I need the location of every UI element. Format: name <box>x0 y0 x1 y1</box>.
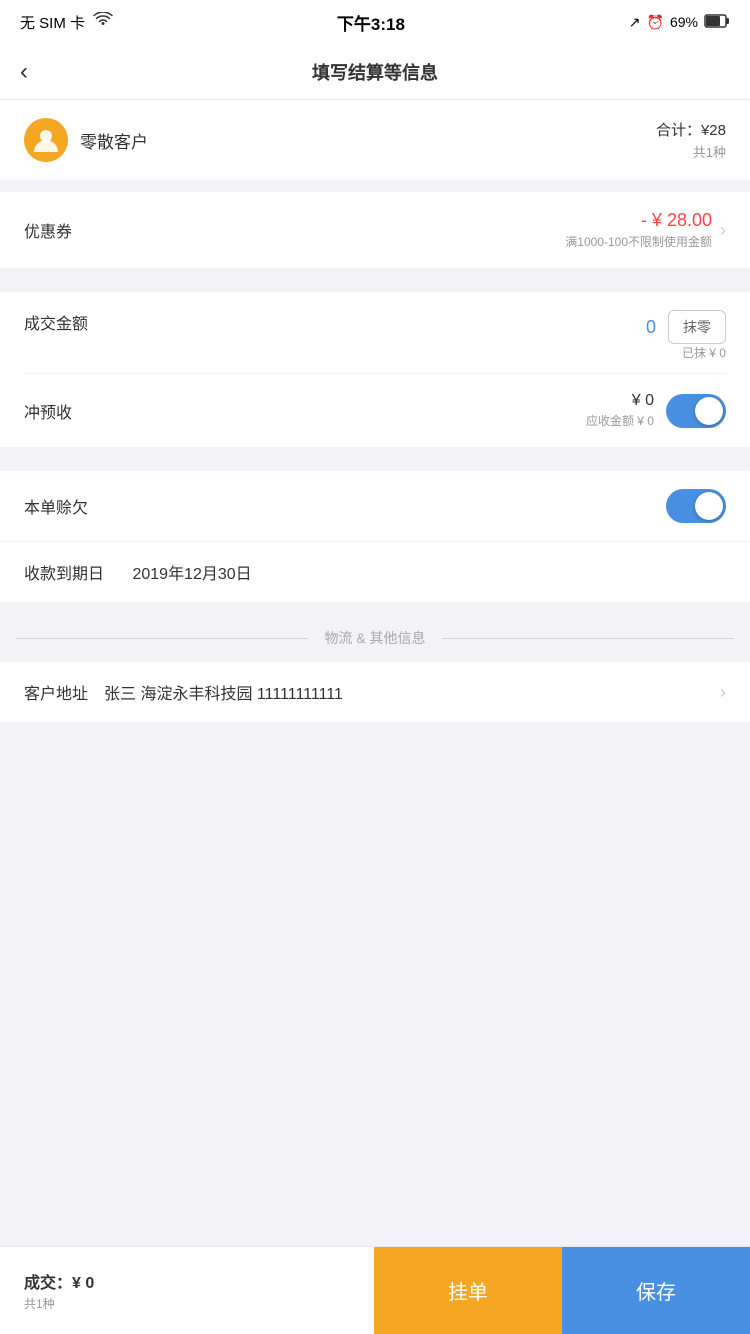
page-title: 填写结算等信息 <box>312 59 438 85</box>
prepay-toggle[interactable] <box>666 394 726 428</box>
prepay-row: 冲预收 ¥ 0 应收金额 ¥ 0 <box>24 374 726 447</box>
prepay-receivable: 应收金额 ¥ 0 <box>586 412 654 429</box>
content: 零散客户 合计：¥28 共1种 优惠券 - ¥ 28.00 满1000-100不… <box>0 100 750 822</box>
logistics-divider-right <box>442 638 734 639</box>
amount-value: 0 <box>646 317 656 338</box>
address-value: 张三 海淀永丰科技园 11111111111 <box>104 680 712 704</box>
duedate-value: 2019年12月30日 <box>132 566 251 583</box>
coupon-content: - ¥ 28.00 满1000-100不限制使用金额 <box>565 210 712 250</box>
duedate-section: 收款到期日 2019年12月30日 <box>0 541 750 602</box>
prepay-label: 冲预收 <box>24 399 72 423</box>
wifi-icon <box>93 12 113 33</box>
logistics-section: 物流 & 其他信息 <box>0 614 750 662</box>
separator-2 <box>0 447 750 459</box>
coupon-section[interactable]: 优惠券 - ¥ 28.00 满1000-100不限制使用金额 › <box>0 192 750 268</box>
amount-label: 成交金额 <box>24 310 88 334</box>
bottom-bar: 成交：¥ 0 共1种 挂单 保存 <box>0 1246 750 1334</box>
status-bar: 无 SIM 卡 下午3:18 ↗ ⏰ 69% <box>0 0 750 44</box>
customer-right: 合计：¥28 共1种 <box>656 119 726 161</box>
coupon-desc: 满1000-100不限制使用金额 <box>565 233 712 250</box>
alarm-icon: ⏰ <box>647 14 664 31</box>
summary-amount: ¥ 0 <box>72 1275 94 1292</box>
logistics-label: 物流 & 其他信息 <box>324 628 425 648</box>
prepay-amount-block: ¥ 0 应收金额 ¥ 0 <box>586 392 654 429</box>
prepay-right: ¥ 0 应收金额 ¥ 0 <box>586 392 726 429</box>
back-button[interactable]: ‹ <box>20 58 28 86</box>
summary-title: 成交：¥ 0 <box>24 1269 350 1293</box>
amount-right: 0 抹零 已抹 ¥ 0 <box>646 310 726 369</box>
customer-count: 共1种 <box>656 142 726 161</box>
already-rounded-text: 已抹 ¥ 0 <box>646 344 726 369</box>
coupon-amount: - ¥ 28.00 <box>565 210 712 231</box>
coupon-label: 优惠券 <box>24 218 72 242</box>
debit-toggle[interactable] <box>666 489 726 523</box>
amount-controls: 0 抹零 <box>646 310 726 344</box>
prepay-amount: ¥ 0 <box>586 392 654 410</box>
coupon-right: - ¥ 28.00 满1000-100不限制使用金额 › <box>565 210 726 250</box>
customer-left: 零散客户 <box>24 118 148 162</box>
customer-name: 零散客户 <box>80 128 148 153</box>
nav-bar: ‹ 填写结算等信息 <box>0 44 750 100</box>
duedate-label: 收款到期日 <box>24 566 104 583</box>
battery-text: 69% <box>670 14 698 30</box>
no-sim-text: 无 SIM 卡 <box>20 12 85 33</box>
status-time: 下午3:18 <box>337 10 405 35</box>
summary-label: 成交： <box>24 1275 72 1292</box>
bottom-summary: 成交：¥ 0 共1种 <box>0 1269 374 1312</box>
address-label: 客户地址 <box>24 680 88 704</box>
address-arrow-icon: › <box>720 682 726 703</box>
amount-row: 成交金额 0 抹零 已抹 ¥ 0 <box>24 292 726 374</box>
logistics-divider-left <box>16 638 308 639</box>
customer-total: 合计：¥28 <box>656 119 726 140</box>
hang-button[interactable]: 挂单 <box>374 1247 562 1334</box>
summary-count: 共1种 <box>24 1295 350 1312</box>
debit-section: 本单赊欠 <box>0 471 750 541</box>
customer-section: 零散客户 合计：¥28 共1种 <box>0 100 750 180</box>
location-icon: ↗ <box>629 14 641 31</box>
round-zero-button[interactable]: 抹零 <box>668 310 726 344</box>
save-button[interactable]: 保存 <box>562 1247 750 1334</box>
battery-icon <box>704 14 730 31</box>
status-right: ↗ ⏰ 69% <box>629 14 730 31</box>
separator-1 <box>0 280 750 292</box>
address-section[interactable]: 客户地址 张三 海淀永丰科技园 11111111111 › <box>0 662 750 722</box>
status-left: 无 SIM 卡 <box>20 12 113 33</box>
debit-label: 本单赊欠 <box>24 494 88 518</box>
customer-avatar <box>24 118 68 162</box>
coupon-arrow-icon: › <box>720 220 726 241</box>
transaction-section: 成交金额 0 抹零 已抹 ¥ 0 冲预收 ¥ 0 应收金额 ¥ 0 <box>0 292 750 447</box>
